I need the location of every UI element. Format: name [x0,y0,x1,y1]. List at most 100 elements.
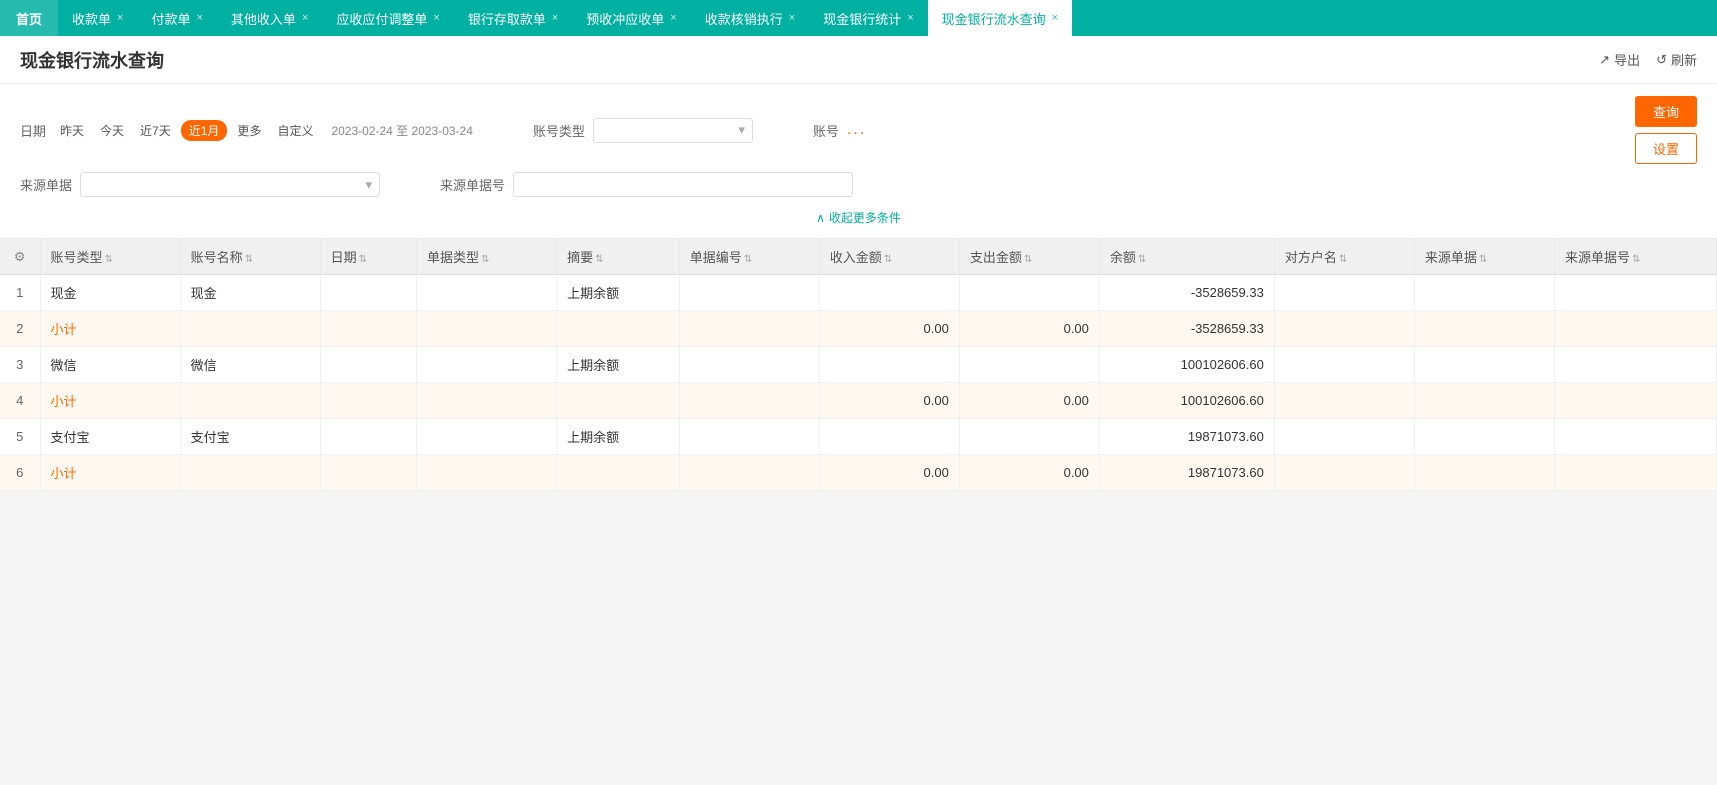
nav-tab-其他收入单[interactable]: 其他收入单 × [217,0,322,36]
cell-income [819,347,959,383]
nav-tab-收款单[interactable]: 收款单 × [58,0,137,36]
sort-icon[interactable]: ⇅ [359,254,367,265]
subtotal-label: 小计 [51,466,77,481]
cell-counterpart [1274,311,1414,347]
nav-tab-应收应付调整单[interactable]: 应收应付调整单× [322,0,453,36]
cell-expense: 0.00 [959,455,1099,491]
cell-account_name: 现金 [180,275,320,311]
cell-balance: 100102606.60 [1099,347,1274,383]
close-tab-icon[interactable]: × [670,12,676,24]
cell-income [819,419,959,455]
sort-icon[interactable]: ⇅ [595,254,603,265]
cell-account_name [180,383,320,419]
table-row: 5支付宝支付宝上期余额19871073.60 [0,419,1717,455]
nav-tab-付款单[interactable]: 付款单× [137,0,216,36]
date-label: 日期 [20,121,46,140]
cell-account_name [180,311,320,347]
col-label: 收入金额 [830,250,882,265]
account-filter-group: 账号 ... [813,121,866,140]
cell-account_name: 支付宝 [180,419,320,455]
sort-icon[interactable]: ⇅ [1632,254,1640,265]
account-type-select[interactable] [593,118,753,143]
sort-icon[interactable]: ⇅ [1138,254,1146,265]
sort-icon[interactable]: ⇅ [744,254,752,265]
collapse-more-button[interactable]: ∧ 收起更多条件 [20,205,1697,230]
close-tab-icon[interactable]: × [907,12,913,24]
close-tab-icon[interactable]: × [196,12,202,24]
tab-label: 其他收入单 [231,9,296,28]
cell-account_type: 小计 [40,311,180,347]
close-tab-icon[interactable]: × [1052,12,1058,24]
gear-icon[interactable]: ⚙ [14,249,26,265]
cell-counterpart [1274,419,1414,455]
source-doc-select-wrapper [80,172,380,197]
settings-button[interactable]: 设置 [1635,133,1697,164]
source-doc-no-input[interactable] [513,172,853,197]
close-tab-icon[interactable]: × [117,12,123,24]
sort-icon[interactable]: ⇅ [1024,254,1032,265]
cell-source_doc [1414,455,1554,491]
date-shortcut-近1月[interactable]: 近1月 [181,120,228,141]
query-button[interactable]: 查询 [1635,96,1697,127]
cell-source_doc_no [1554,419,1716,455]
cell-doc_type [417,275,557,311]
sort-icon[interactable]: ⇅ [245,254,253,265]
header-actions: ↗ 导出 ↺ 刷新 [1599,50,1697,69]
table-body: 1现金现金上期余额-3528659.332小计0.000.00-3528659.… [0,275,1717,491]
cell-expense [959,347,1099,383]
nav-tab-银行存取款单[interactable]: 银行存取款单× [454,0,572,36]
date-shortcut-昨天[interactable]: 昨天 [54,120,90,141]
date-shortcut-今天[interactable]: 今天 [94,120,130,141]
col-header-source_doc_no: 来源单据号⇅ [1554,239,1716,275]
cell-source_doc_no [1554,347,1716,383]
sort-icon[interactable]: ⇅ [1479,254,1487,265]
col-label: 账号名称 [191,250,243,265]
cell-date [320,347,416,383]
close-tab-icon[interactable]: × [433,12,439,24]
sort-icon[interactable]: ⇅ [884,254,892,265]
cell-account_type: 小计 [40,455,180,491]
sort-icon[interactable]: ⇅ [1339,254,1347,265]
col-label: 摘要 [567,250,593,265]
cell-num: 5 [0,419,40,455]
export-button[interactable]: ↗ 导出 [1599,50,1640,69]
nav-tab-现金银行统计[interactable]: 现金银行统计× [809,0,927,36]
cell-income: 0.00 [819,311,959,347]
col-label: 来源单据 [1425,250,1477,265]
refresh-button[interactable]: ↺ 刷新 [1656,50,1697,69]
nav-tab-现金银行流水查询[interactable]: 现金银行流水查询 × [928,0,1072,36]
date-filter-group: 日期 昨天今天近7天近1月更多自定义 2023-02-24 至 2023-03-… [20,120,473,141]
chevron-up-icon: ∧ [816,211,825,225]
cell-date [320,455,416,491]
cell-account_name: 微信 [180,347,320,383]
close-tab-icon[interactable]: × [789,12,795,24]
cell-counterpart [1274,347,1414,383]
col-header-gear[interactable]: ⚙ [0,239,40,275]
date-shortcut-近7天[interactable]: 近7天 [134,120,177,141]
cell-counterpart [1274,383,1414,419]
cell-balance: 100102606.60 [1099,383,1274,419]
cell-date [320,419,416,455]
close-tab-icon[interactable]: × [552,12,558,24]
date-shortcut-更多[interactable]: 更多 [231,120,267,141]
subtotal-label: 小计 [51,394,77,409]
account-dots-button[interactable]: ... [847,121,866,139]
tab-label: 收款单 [72,9,111,28]
col-header-balance: 余额⇅ [1099,239,1274,275]
tab-label: 现金银行流水查询 [942,9,1046,28]
cell-account_type: 现金 [40,275,180,311]
tab-label: 收款核销执行 [705,9,783,28]
nav-home[interactable]: 首页 [0,0,58,36]
cell-income: 0.00 [819,455,959,491]
col-header-counterpart: 对方户名⇅ [1274,239,1414,275]
sort-icon[interactable]: ⇅ [481,254,489,265]
sort-icon[interactable]: ⇅ [105,254,113,265]
table-row: 4小计0.000.00100102606.60 [0,383,1717,419]
date-shortcut-自定义[interactable]: 自定义 [271,120,319,141]
nav-tab-收款核销执行[interactable]: 收款核销执行 × [691,0,809,36]
close-tab-icon[interactable]: × [302,12,308,24]
cell-num: 3 [0,347,40,383]
nav-tab-预收冲应收单[interactable]: 预收冲应收单× [572,0,690,36]
source-doc-select[interactable] [80,172,380,197]
table-row: 6小计0.000.0019871073.60 [0,455,1717,491]
